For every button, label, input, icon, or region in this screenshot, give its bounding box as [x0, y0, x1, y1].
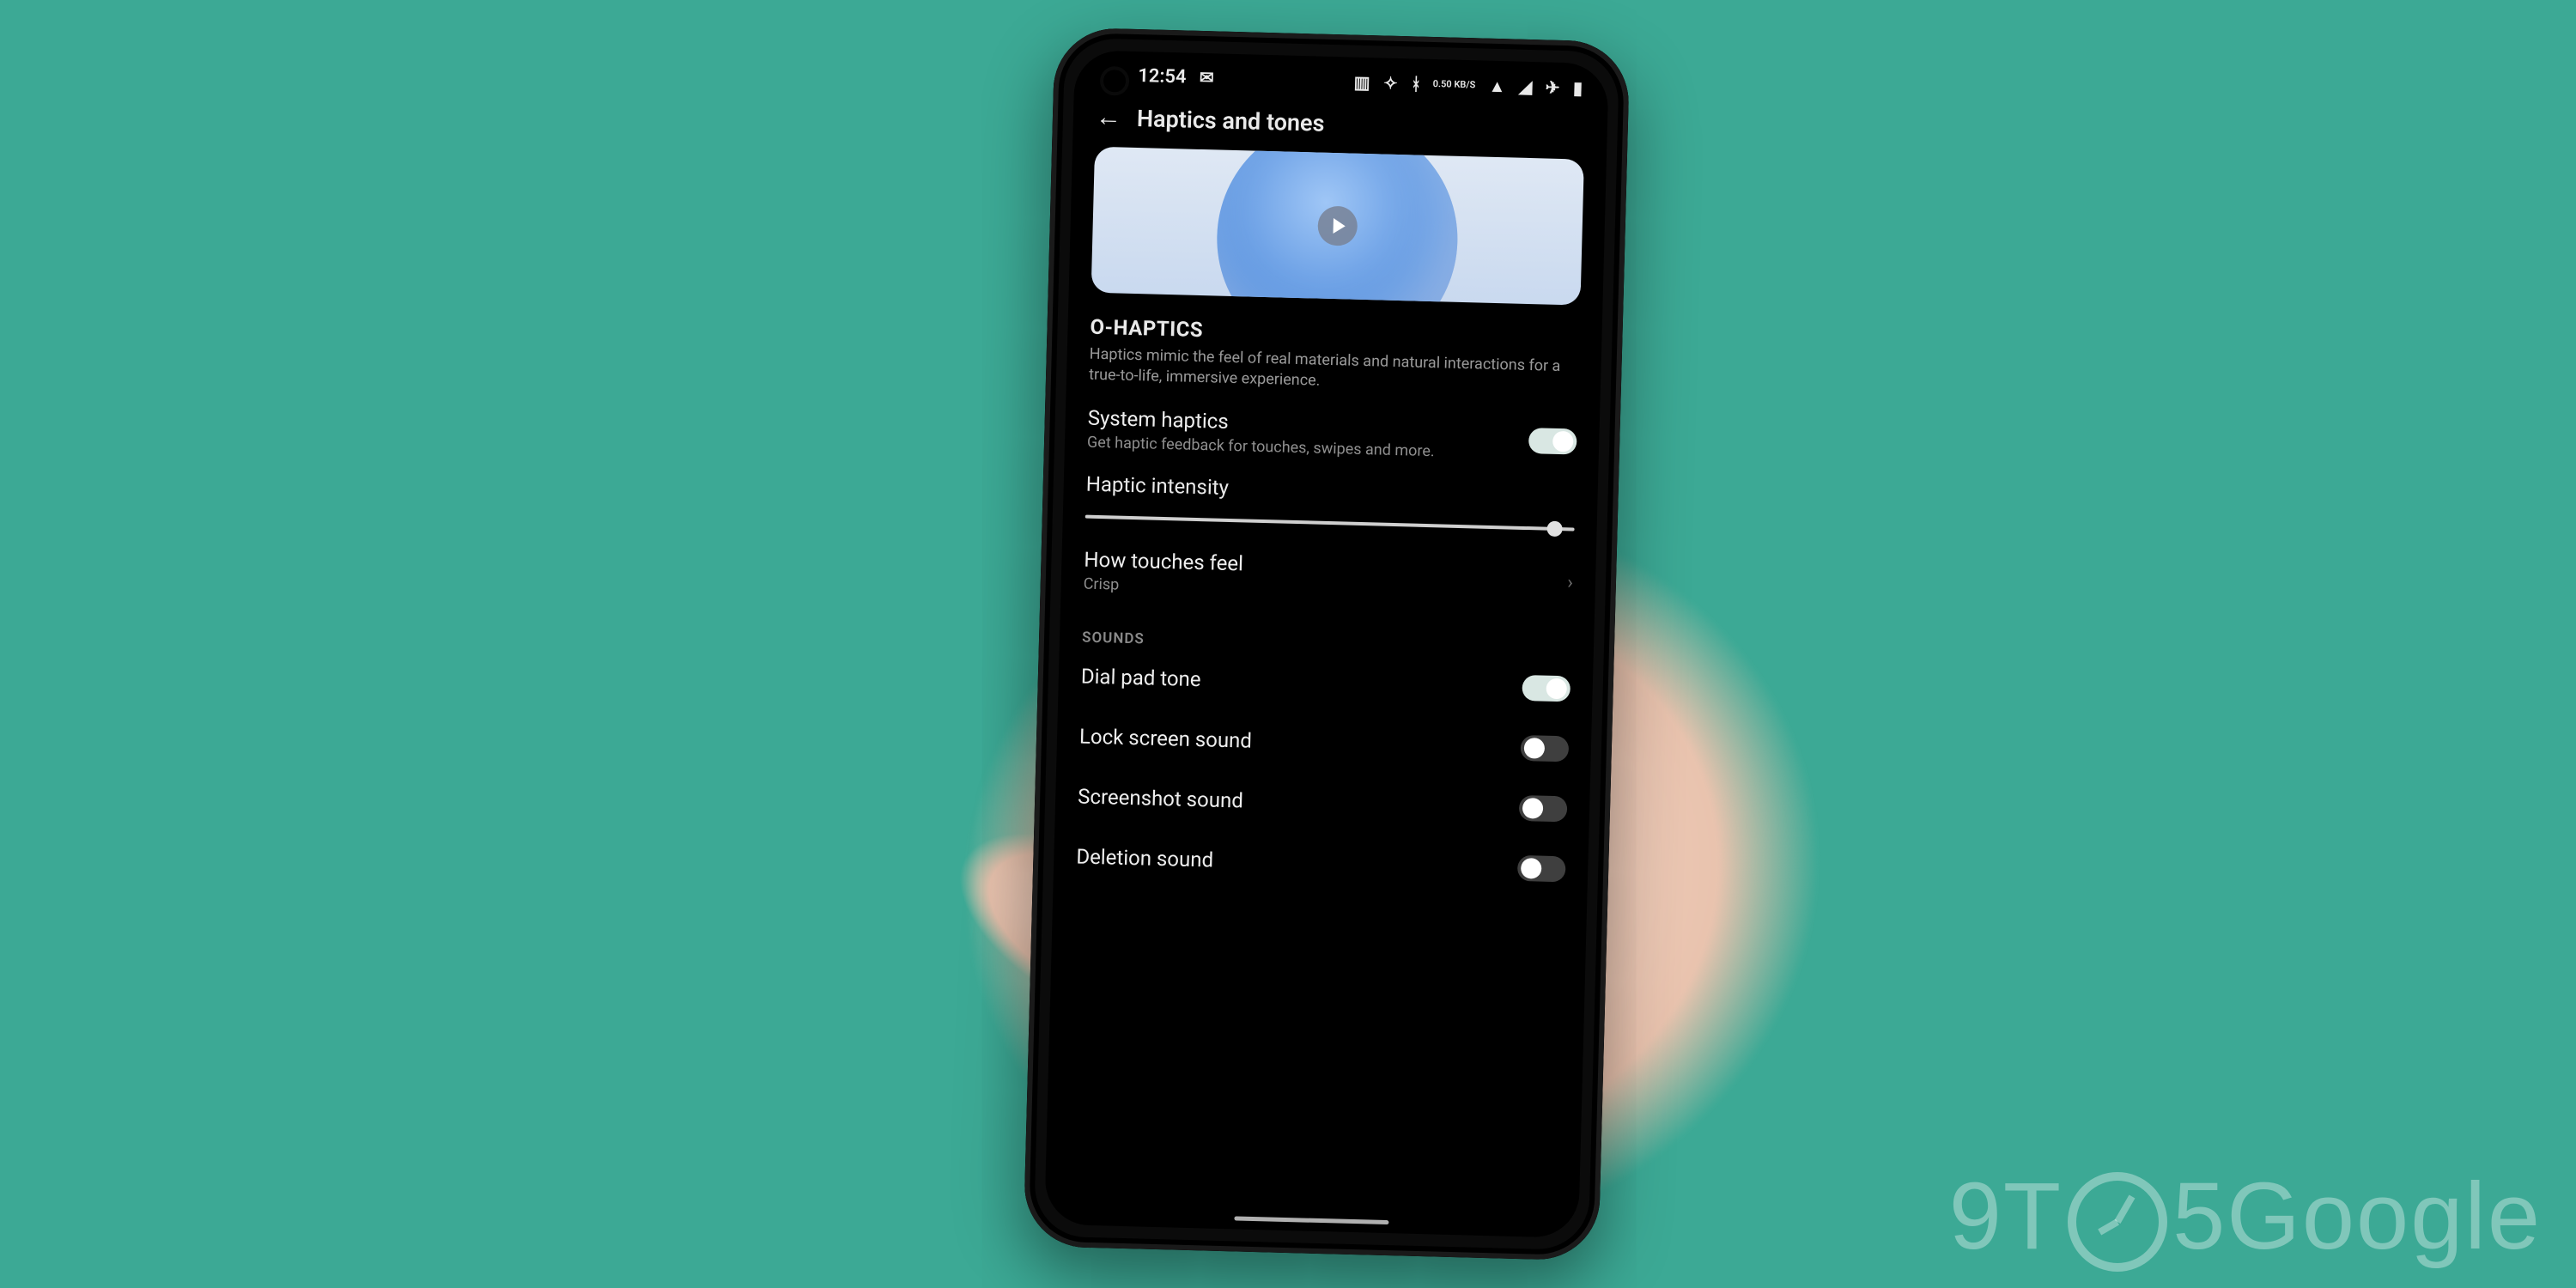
haptics-preview-video[interactable]	[1091, 146, 1584, 305]
sound-toggle-lock[interactable]	[1521, 735, 1570, 762]
phone-frame: 12:54 ✉ ▥ ✧ ᚼ 0.50 KB/S ▲ ◢ ✈ ▮ ← Haptic…	[1024, 27, 1631, 1261]
watermark: 9T 5Google	[1949, 1162, 2542, 1271]
sound-label-del: Deletion sound	[1076, 845, 1501, 880]
battery-icon: ▮	[1573, 77, 1583, 98]
data-speed-indicator: 0.50 KB/S	[1433, 80, 1476, 89]
slider-thumb[interactable]	[1547, 521, 1563, 537]
phone-screen: 12:54 ✉ ▥ ✧ ᚼ 0.50 KB/S ▲ ◢ ✈ ▮ ← Haptic…	[1044, 50, 1609, 1238]
watermark-5google: 5Google	[2172, 1162, 2542, 1271]
sound-toggle-shot[interactable]	[1519, 795, 1568, 822]
settings-content: O-HAPTICS Haptics mimic the feel of real…	[1054, 146, 1607, 901]
vibrate-icon: ✧	[1383, 73, 1398, 94]
sound-toggle-dial[interactable]	[1522, 675, 1571, 702]
haptic-intensity-row: Haptic intensity	[1084, 472, 1576, 547]
how-touches-feel-row[interactable]: How touches feel Crisp ›	[1083, 539, 1574, 627]
bluetooth-icon: ᚼ	[1411, 74, 1422, 94]
wifi-icon: ▲	[1488, 75, 1505, 96]
home-indicator[interactable]	[1234, 1216, 1388, 1224]
status-left: 12:54 ✉	[1138, 65, 1214, 88]
signal-icon: ◢	[1519, 76, 1533, 97]
gmail-icon: ✉	[1200, 67, 1214, 88]
sounds-list: Dial pad tone Lock screen sound Screenshot…	[1075, 647, 1571, 900]
photo-stage: 12:54 ✉ ▥ ✧ ᚼ 0.50 KB/S ▲ ◢ ✈ ▮ ← Haptic…	[0, 0, 2576, 1288]
page-title: Haptics and tones	[1137, 105, 1325, 137]
sound-label-lock: Lock screen sound	[1079, 725, 1504, 760]
nfc-icon: ▥	[1353, 72, 1370, 93]
status-time: 12:54	[1138, 65, 1187, 88]
watermark-clock-icon	[2068, 1172, 2167, 1272]
system-haptics-row[interactable]: System haptics Get haptic feedback for t…	[1086, 386, 1577, 485]
watermark-9t: 9T	[1949, 1162, 2063, 1271]
slider-track	[1085, 515, 1575, 532]
status-right: ▥ ✧ ᚼ 0.50 KB/S ▲ ◢ ✈ ▮	[1345, 70, 1583, 99]
airplane-icon: ✈	[1545, 77, 1559, 98]
sound-label-dial: Dial pad tone	[1081, 665, 1506, 700]
system-haptics-toggle[interactable]	[1528, 428, 1577, 454]
sound-row-del[interactable]: Deletion sound	[1075, 827, 1566, 900]
sound-toggle-del[interactable]	[1517, 855, 1566, 882]
chevron-right-icon: ›	[1567, 573, 1573, 594]
back-button[interactable]: ←	[1096, 104, 1122, 131]
sound-label-shot: Screenshot sound	[1078, 785, 1503, 820]
